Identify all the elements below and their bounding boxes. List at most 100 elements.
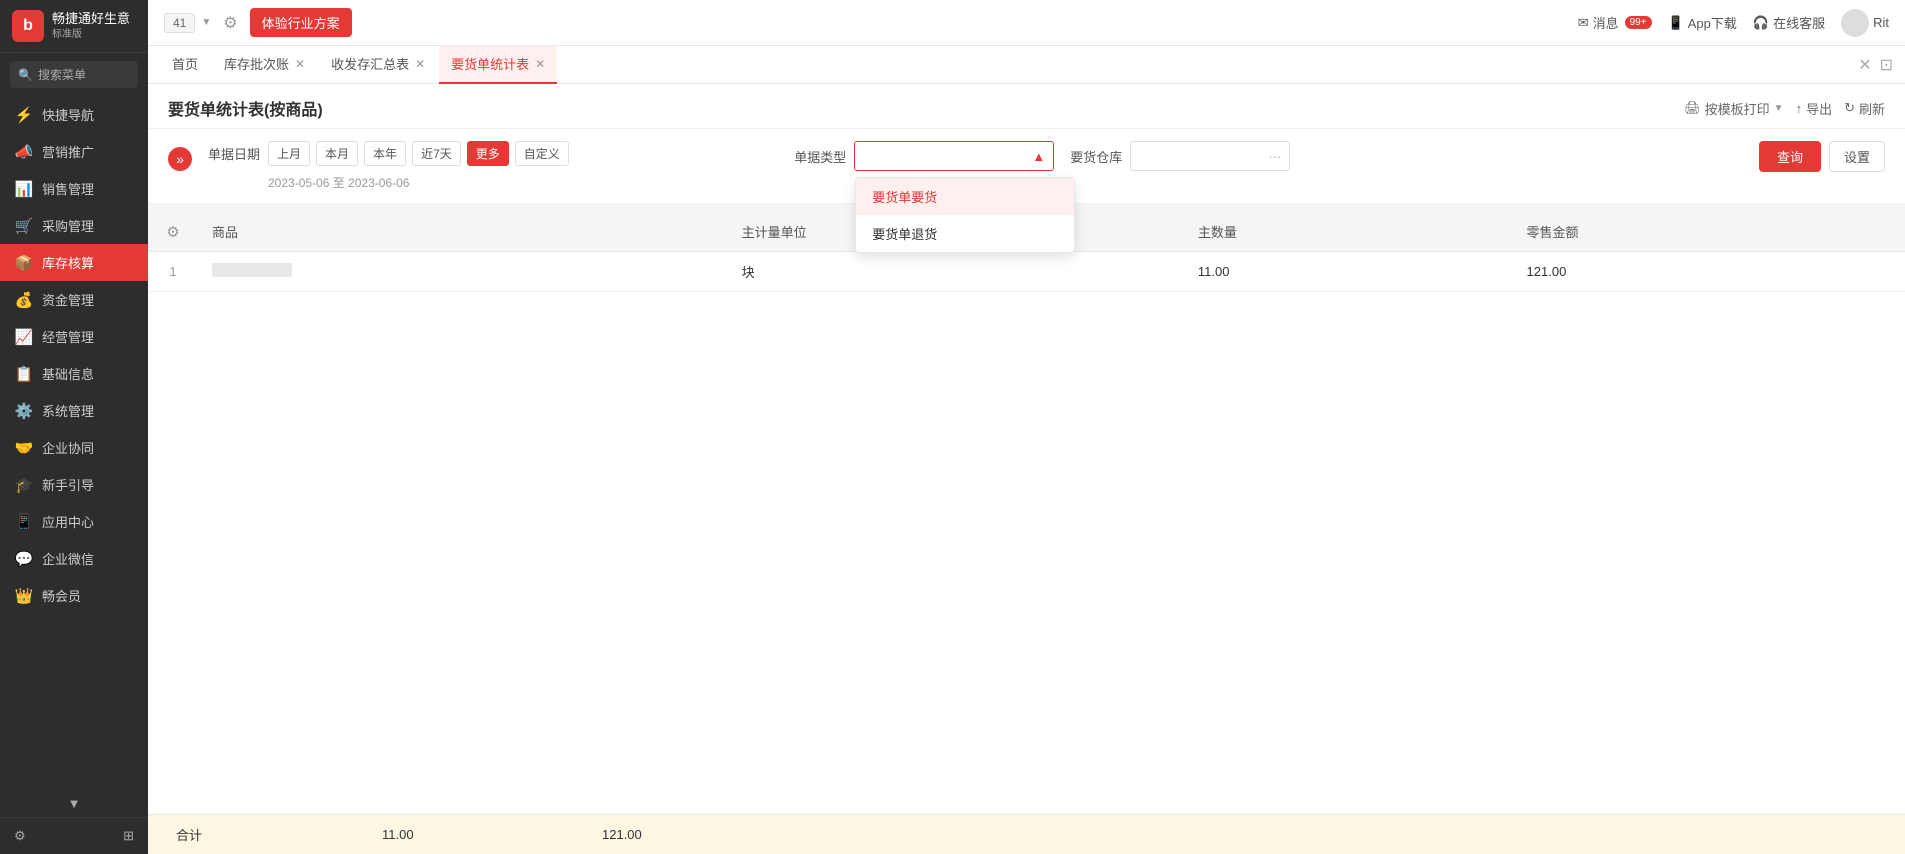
query-button[interactable]: 查询 — [1759, 141, 1821, 172]
page-title-bar: 要货单统计表(按商品) 🖨 按模板打印 ▼ ↑ 导出 ↻ 刷新 — [148, 84, 1905, 129]
sidebar-item-inventory[interactable]: 📦 库存核算 — [0, 244, 148, 281]
warehouse-more-icon: ··· — [1268, 149, 1281, 164]
wechat-icon: 💬 — [14, 550, 34, 568]
date-btn-custom[interactable]: 自定义 — [515, 141, 569, 166]
filter-type-chevron-up: ▲ — [1032, 149, 1045, 164]
trial-button[interactable]: 体验行业方案 — [250, 8, 352, 37]
sidebar-item-member[interactable]: 👑 畅会员 — [0, 577, 148, 614]
sidebar: b 畅捷通好生意 标准版 🔍 搜索菜单 ⚡ 快捷导航 📣 营销推广 📊 销售管理… — [0, 0, 148, 854]
sidebar-items: ⚡ 快捷导航 📣 营销推广 📊 销售管理 🛒 采购管理 📦 库存核算 💰 资金管… — [0, 96, 148, 790]
date-shortcuts: 上月 本月 本年 近7天 更多 自定义 — [268, 141, 569, 166]
filter-area: » 单据日期 上月 本月 本年 近7天 更多 自定义 2023-05-06 至 … — [148, 129, 1905, 204]
sidebar-item-operations[interactable]: 📈 经营管理 — [0, 318, 148, 355]
online-service-item[interactable]: 🎧 在线客服 — [1753, 13, 1825, 32]
table-container: ⚙ 商品 主计量单位 主数量 零售金额 — [148, 212, 1905, 814]
filter-date-group: 单据日期 上月 本月 本年 近7天 更多 自定义 2023-05-06 至 20… — [208, 141, 778, 191]
tab-expand-icon[interactable]: ⊡ — [1880, 55, 1893, 75]
tab-order-stats[interactable]: 要货单统计表 ✕ — [439, 46, 557, 84]
operations-icon: 📈 — [14, 328, 34, 346]
sidebar-item-sales[interactable]: 📊 销售管理 — [0, 170, 148, 207]
print-template-btn[interactable]: 🖨 按模板打印 ▼ — [1684, 99, 1783, 118]
cell-unit: 块 — [728, 252, 1184, 292]
date-range-text: 2023-05-06 至 2023-06-06 — [268, 176, 409, 190]
filter-type-group: 单据类型 ▲ 要货单要货 要货单退货 — [794, 141, 1054, 171]
store-selector[interactable]: 41 ▼ — [164, 13, 211, 33]
print-icon: 🖨 — [1684, 100, 1701, 116]
print-chevron-icon: ▼ — [1774, 103, 1784, 114]
col-qty: 主数量 — [1184, 212, 1513, 252]
dropdown-item-order[interactable]: 要货单要货 — [856, 178, 1074, 215]
cell-product — [198, 252, 728, 292]
tab-receipts[interactable]: 收发存汇总表 ✕ — [319, 46, 437, 84]
sidebar-item-collab[interactable]: 🤝 企业协同 — [0, 429, 148, 466]
cell-amount: 121.00 — [1513, 252, 1905, 292]
sidebar-item-wechat[interactable]: 💬 企业微信 — [0, 540, 148, 577]
sidebar-item-appstore[interactable]: 📱 应用中心 — [0, 503, 148, 540]
sidebar-item-marketing[interactable]: 📣 营销推广 — [0, 133, 148, 170]
tab-close-all-icon[interactable]: ✕ — [1858, 55, 1871, 75]
message-icon: ✉ — [1578, 15, 1589, 31]
sidebar-settings-icon[interactable]: ⚙ — [14, 828, 26, 844]
tab-order-stats-close[interactable]: ✕ — [535, 58, 545, 70]
table-footer: 合计 11.00 121.00 — [148, 814, 1905, 854]
tab-batch-close[interactable]: ✕ — [295, 58, 305, 70]
sidebar-item-system[interactable]: ⚙️ 系统管理 — [0, 392, 148, 429]
filter-expand-btn[interactable]: » — [168, 147, 192, 171]
export-btn[interactable]: ↑ 导出 — [1796, 99, 1833, 118]
title-actions: 🖨 按模板打印 ▼ ↑ 导出 ↻ 刷新 — [1684, 99, 1885, 118]
date-btn-more[interactable]: 更多 — [467, 141, 509, 166]
sidebar-logo: b 畅捷通好生意 标准版 — [0, 0, 148, 53]
sidebar-item-basic[interactable]: 📋 基础信息 — [0, 355, 148, 392]
refresh-btn[interactable]: ↻ 刷新 — [1844, 99, 1885, 118]
date-btn-this-month[interactable]: 本月 — [316, 141, 358, 166]
user-avatar-item[interactable]: Rit — [1841, 9, 1889, 37]
col-gear[interactable]: ⚙ — [148, 212, 198, 252]
sidebar-collapse-icon[interactable]: ⊞ — [123, 828, 134, 844]
guide-icon: 🎓 — [14, 476, 34, 494]
filter-type-value — [863, 149, 867, 164]
tab-bar-actions: ✕ ⊡ — [1858, 55, 1893, 75]
tab-batch[interactable]: 库存批次账 ✕ — [212, 46, 317, 84]
tab-home[interactable]: 首页 — [160, 46, 210, 84]
top-header: 41 ▼ ⚙ 体验行业方案 ✉ 消息 99+ 📱 App下载 🎧 在线客服 Ri… — [148, 0, 1905, 46]
date-btn-7days[interactable]: 近7天 — [412, 141, 461, 166]
sidebar-item-quicknav[interactable]: ⚡ 快捷导航 — [0, 96, 148, 133]
column-gear-icon[interactable]: ⚙ — [166, 224, 179, 241]
collab-icon: 🤝 — [14, 439, 34, 457]
settings-icon[interactable]: ⚙ — [223, 13, 237, 33]
date-btn-this-year[interactable]: 本年 — [364, 141, 406, 166]
filter-warehouse-value — [1139, 149, 1143, 164]
quicknav-icon: ⚡ — [14, 106, 34, 124]
finance-icon: 💰 — [14, 291, 34, 309]
type-dropdown: 要货单要货 要货单退货 — [855, 177, 1075, 253]
member-icon: 👑 — [14, 587, 34, 605]
app-download-item[interactable]: 📱 App下载 — [1668, 13, 1737, 32]
export-icon: ↑ — [1796, 101, 1803, 116]
sidebar-scroll-down[interactable]: ▼ — [0, 790, 148, 817]
tab-bar: 首页 库存批次账 ✕ 收发存汇总表 ✕ 要货单统计表 ✕ ✕ ⊡ — [148, 46, 1905, 84]
system-icon: ⚙️ — [14, 402, 34, 420]
basic-icon: 📋 — [14, 365, 34, 383]
page-title: 要货单统计表(按商品) — [168, 96, 323, 120]
filter-type-select[interactable]: ▲ 要货单要货 要货单退货 — [854, 141, 1054, 171]
inventory-icon: 📦 — [14, 254, 34, 272]
cell-qty: 11.00 — [1184, 252, 1513, 292]
purchase-icon: 🛒 — [14, 217, 34, 235]
dropdown-item-return[interactable]: 要货单退货 — [856, 215, 1074, 252]
filter-warehouse-select[interactable]: ··· — [1130, 141, 1290, 171]
marketing-icon: 📣 — [14, 143, 34, 161]
avatar — [1841, 9, 1869, 37]
setting-button[interactable]: 设置 — [1829, 141, 1885, 172]
search-icon: 🔍 — [18, 68, 33, 82]
sidebar-footer: ⚙ ⊞ — [0, 817, 148, 854]
sidebar-item-finance[interactable]: 💰 资金管理 — [0, 281, 148, 318]
date-btn-last-month[interactable]: 上月 — [268, 141, 310, 166]
sidebar-item-guide[interactable]: 🎓 新手引导 — [0, 466, 148, 503]
tab-receipts-close[interactable]: ✕ — [415, 58, 425, 70]
sidebar-search[interactable]: 🔍 搜索菜单 — [10, 61, 138, 88]
store-badge: 41 — [164, 13, 195, 33]
phone-icon: 📱 — [1668, 15, 1684, 31]
header-right: ✉ 消息 99+ 📱 App下载 🎧 在线客服 Rit — [1578, 9, 1889, 37]
sidebar-item-purchase[interactable]: 🛒 采购管理 — [0, 207, 148, 244]
message-item[interactable]: ✉ 消息 99+ — [1578, 13, 1652, 32]
